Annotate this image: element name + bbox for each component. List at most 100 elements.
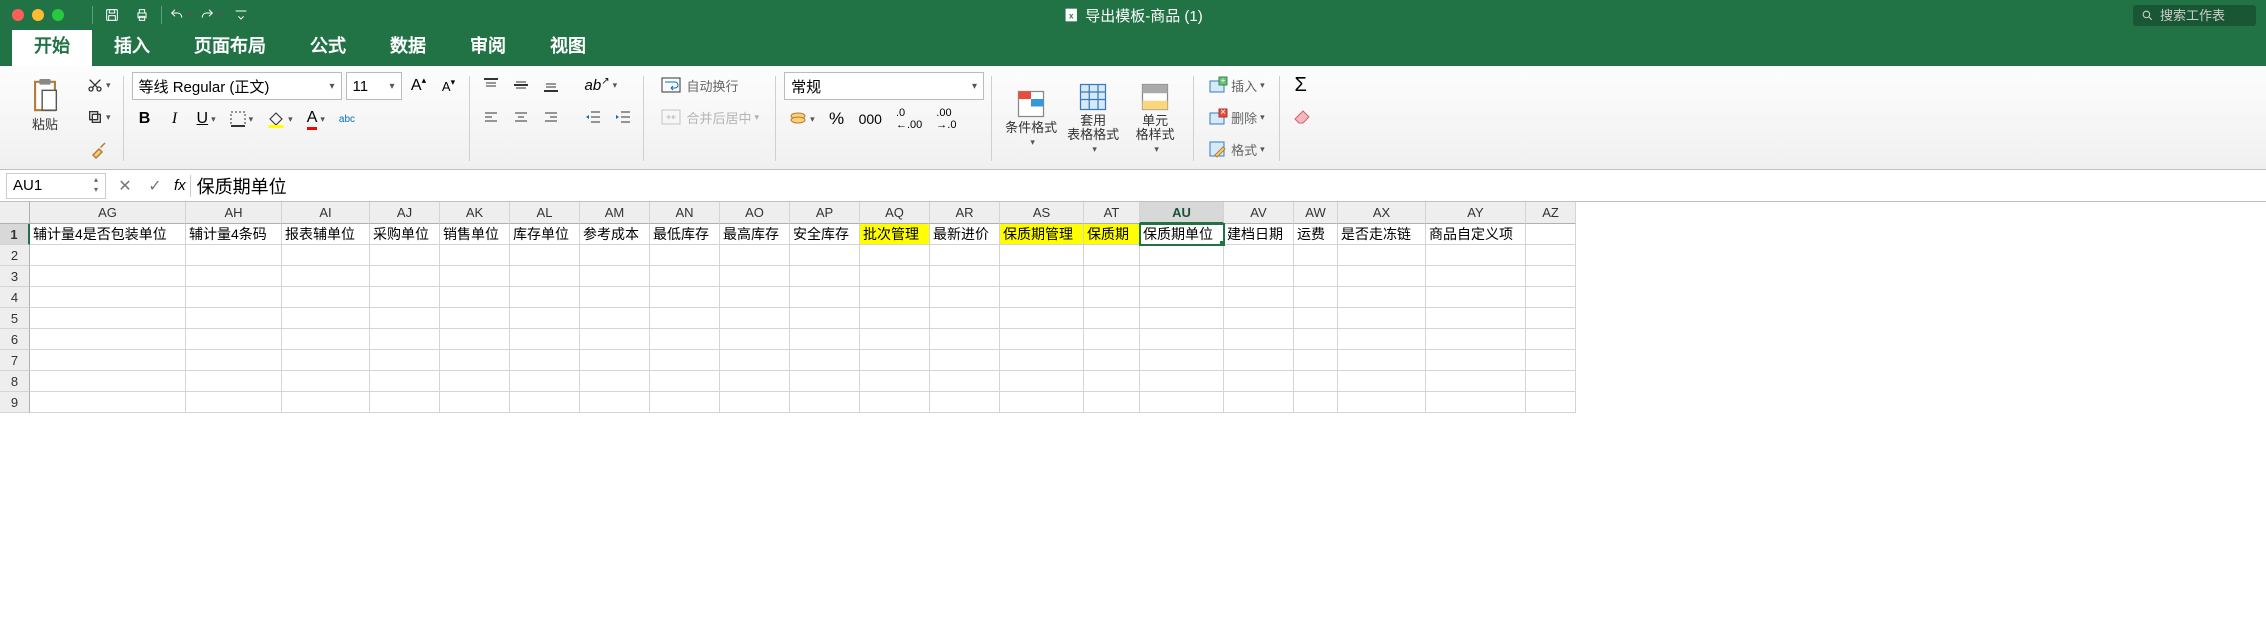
column-header-AS[interactable]: AS [1000,202,1084,224]
cell-AZ3[interactable] [1526,266,1576,287]
cell-AG1[interactable]: 辅计量4是否包装单位 [30,224,186,245]
align-top-button[interactable] [478,72,504,98]
undo-button[interactable] [168,4,194,26]
cell-AI2[interactable] [282,245,370,266]
cell-AP7[interactable] [790,350,860,371]
cell-AI3[interactable] [282,266,370,287]
cell-AH2[interactable] [186,245,282,266]
font-name-select[interactable]: 等线 Regular (正文)▾ [132,72,342,100]
row-header-6[interactable]: 6 [0,329,30,350]
cell-AS7[interactable] [1000,350,1084,371]
cell-AM5[interactable] [580,308,650,329]
cell-AJ4[interactable] [370,287,440,308]
cell-AG8[interactable] [30,371,186,392]
cell-AP3[interactable] [790,266,860,287]
cell-AZ7[interactable] [1526,350,1576,371]
select-all-corner[interactable] [0,202,30,224]
cell-AL8[interactable] [510,371,580,392]
cell-AX7[interactable] [1338,350,1426,371]
cell-AN4[interactable] [650,287,720,308]
cell-AJ1[interactable]: 采购单位 [370,224,440,245]
cell-AT3[interactable] [1084,266,1140,287]
clear-button[interactable] [1288,104,1318,130]
cell-AG3[interactable] [30,266,186,287]
cell-AM7[interactable] [580,350,650,371]
merge-center-button[interactable]: 合并后居中 [652,104,769,130]
column-header-AN[interactable]: AN [650,202,720,224]
align-middle-button[interactable] [508,72,534,98]
cell-AL4[interactable] [510,287,580,308]
cell-AX1[interactable]: 是否走冻链 [1338,224,1426,245]
close-window-button[interactable] [12,9,24,21]
cell-styles-button[interactable]: 单元 格样式 [1124,78,1186,160]
cell-AO2[interactable] [720,245,790,266]
column-header-AH[interactable]: AH [186,202,282,224]
wrap-text-button[interactable]: 自动换行 [652,72,748,98]
align-bottom-button[interactable] [538,72,564,98]
cell-AM4[interactable] [580,287,650,308]
cell-AQ2[interactable] [860,245,930,266]
cell-AI4[interactable] [282,287,370,308]
orientation-button[interactable]: ab↗ [580,72,623,98]
autosum-button[interactable]: Σ [1288,72,1314,98]
cell-AW1[interactable]: 运费 [1294,224,1338,245]
cell-AJ2[interactable] [370,245,440,266]
cell-AN8[interactable] [650,371,720,392]
cell-AK4[interactable] [440,287,510,308]
cell-AH5[interactable] [186,308,282,329]
name-box[interactable]: AU1 ▴▾ [6,173,106,199]
save-button[interactable] [99,4,125,26]
cells-area[interactable]: 辅计量4是否包装单位辅计量4条码报表辅单位采购单位销售单位库存单位参考成本最低库… [30,224,1576,413]
cell-AH3[interactable] [186,266,282,287]
decrease-font-button[interactable]: A▾ [436,73,462,99]
cell-AH1[interactable]: 辅计量4条码 [186,224,282,245]
bold-button[interactable]: B [132,106,158,132]
cell-AX5[interactable] [1338,308,1426,329]
cell-AS2[interactable] [1000,245,1084,266]
column-header-AK[interactable]: AK [440,202,510,224]
cell-AQ9[interactable] [860,392,930,413]
cell-AX2[interactable] [1338,245,1426,266]
cell-AN1[interactable]: 最低库存 [650,224,720,245]
tab-审阅[interactable]: 审阅 [448,24,528,66]
cell-AG5[interactable] [30,308,186,329]
cell-AJ7[interactable] [370,350,440,371]
cell-AQ6[interactable] [860,329,930,350]
cell-AJ8[interactable] [370,371,440,392]
fx-label[interactable]: fx [174,177,186,194]
cell-AS5[interactable] [1000,308,1084,329]
cell-AZ1[interactable] [1526,224,1576,245]
row-header-8[interactable]: 8 [0,371,30,392]
cell-AM6[interactable] [580,329,650,350]
cell-AN9[interactable] [650,392,720,413]
tab-页面布局[interactable]: 页面布局 [172,24,288,66]
column-header-AL[interactable]: AL [510,202,580,224]
cell-AP6[interactable] [790,329,860,350]
cell-AX9[interactable] [1338,392,1426,413]
cell-AU1[interactable]: 保质期单位 [1140,224,1224,245]
cell-AR8[interactable] [930,371,1000,392]
cell-AG7[interactable] [30,350,186,371]
column-header-AG[interactable]: AG [30,202,186,224]
cell-AI9[interactable] [282,392,370,413]
tab-开始[interactable]: 开始 [12,24,92,66]
cell-AH9[interactable] [186,392,282,413]
font-size-select[interactable]: 11▾ [346,72,402,100]
cell-AG2[interactable] [30,245,186,266]
align-left-button[interactable] [478,104,504,130]
number-format-select[interactable]: 常规▾ [784,72,984,100]
cell-AW8[interactable] [1294,371,1338,392]
cell-AY1[interactable]: 商品自定义项 [1426,224,1526,245]
cell-AO8[interactable] [720,371,790,392]
cell-AV4[interactable] [1224,287,1294,308]
cell-AV7[interactable] [1224,350,1294,371]
cell-AI1[interactable]: 报表辅单位 [282,224,370,245]
cell-AM1[interactable]: 参考成本 [580,224,650,245]
spreadsheet-grid[interactable]: AGAHAIAJAKALAMANAOAPAQARASATAUAVAWAXAYAZ… [0,202,2266,413]
cell-AW9[interactable] [1294,392,1338,413]
row-header-4[interactable]: 4 [0,287,30,308]
cell-AV9[interactable] [1224,392,1294,413]
column-header-AT[interactable]: AT [1084,202,1140,224]
percent-button[interactable]: % [824,106,850,132]
underline-button[interactable]: U [192,106,221,132]
